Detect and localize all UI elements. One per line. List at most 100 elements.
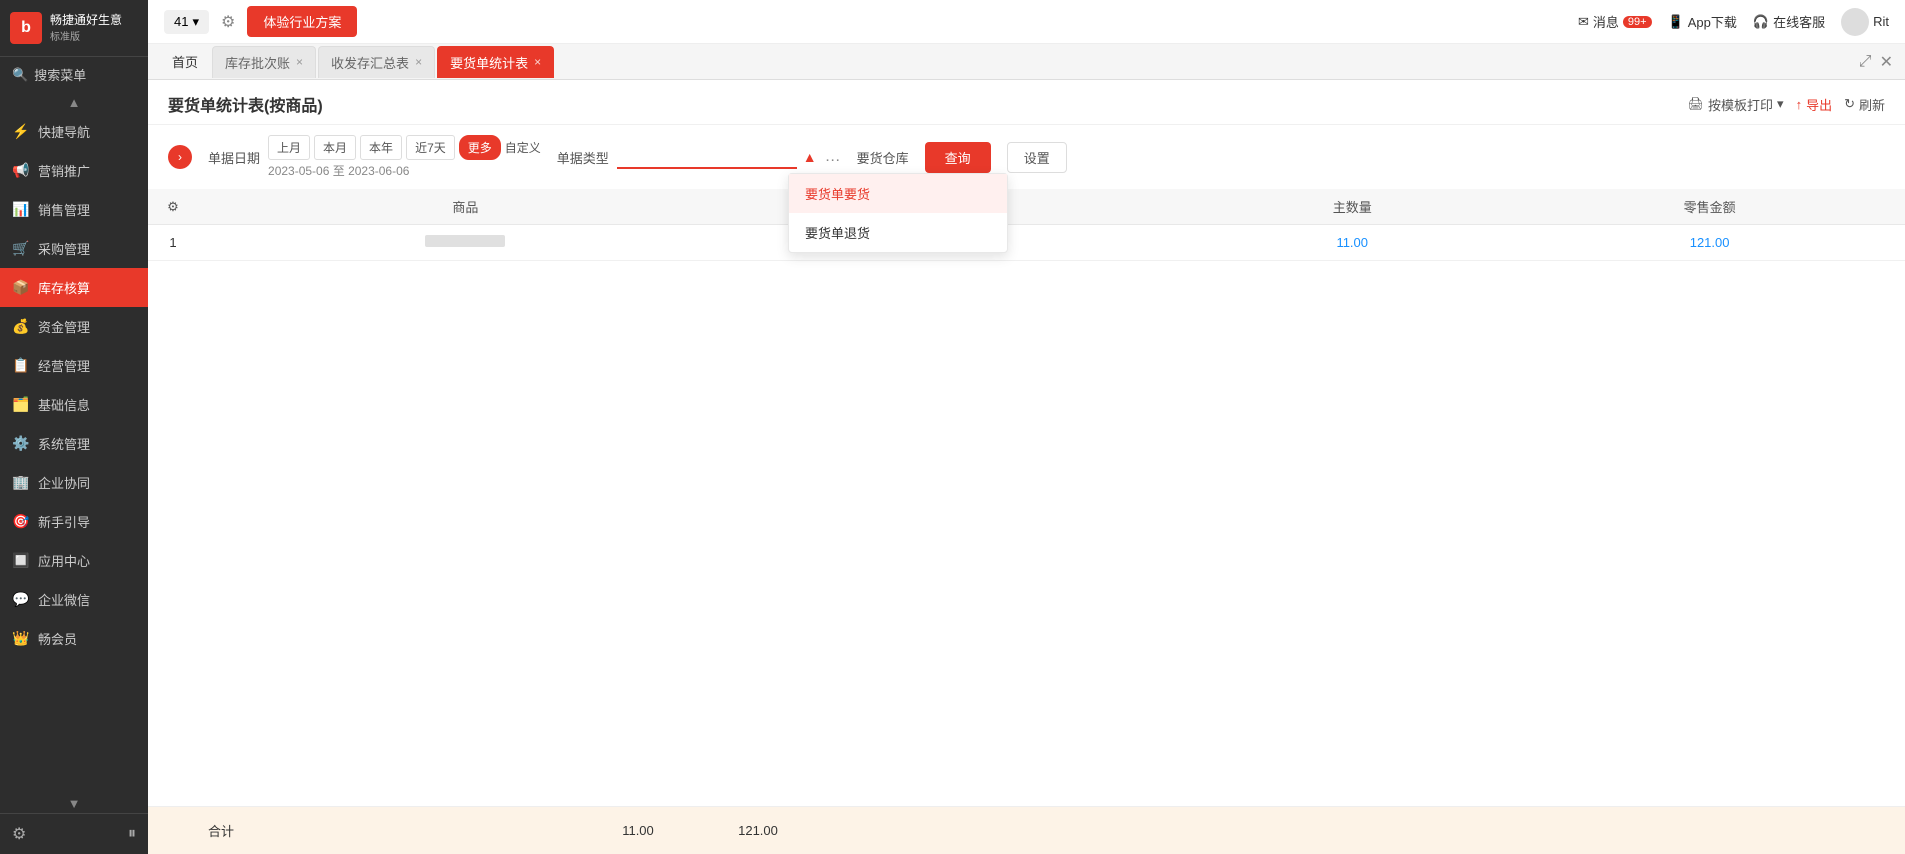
table-row: 1 块 11.00 121.00 [148,225,1905,261]
company-selector[interactable]: 41 ▾ [164,10,209,34]
table-wrap: ⚙ 商品 主计量单位 主数量 零售金额 1 块 [148,189,1905,806]
quick-nav-icon: ⚡ [12,123,30,140]
type-dropdown-arrow[interactable]: ▲ [803,149,817,165]
quick-btn-7days[interactable]: 近7天 [406,135,455,160]
online-service-item[interactable]: 🎧 在线客服 [1753,12,1825,31]
sidebar-item-purchase[interactable]: 🛒 采购管理 [0,229,148,268]
tab-batch-inventory[interactable]: 库存批次账 × [212,46,316,78]
type-filter-group: 单据类型 ▲ … [557,146,841,169]
col-quantity: 主数量 [1190,189,1514,225]
export-icon: ↑ [1796,97,1803,112]
footer-quantity: 11.00 [578,817,698,844]
user-avatar [1841,8,1869,36]
header-settings-icon[interactable]: ⚙ [221,12,235,32]
appstore-icon: 🔲 [12,552,30,569]
service-icon: 🎧 [1753,14,1769,30]
sidebar-search[interactable]: 🔍 搜索菜单 [0,57,148,92]
page-title: 要货单统计表(按商品) [168,92,323,116]
type-dropdown: 要货单要货 要货单退货 [788,173,1008,253]
operations-icon: 📋 [12,357,30,374]
type-select-input[interactable] [617,146,797,169]
sidebar-item-newbie[interactable]: 🎯 新手引导 [0,502,148,541]
sidebar-collapse-icon[interactable]: ⏸ [128,825,136,843]
table-header-row: ⚙ 商品 主计量单位 主数量 零售金额 [148,189,1905,225]
type-select-wrap: ▲ [617,146,817,169]
custom-date-btn[interactable]: 自定义 [505,139,541,156]
page-content: 要货单统计表(按商品) 🖨 按模板打印 ▾ ↑ 导出 ↻ 刷新 › [148,80,1905,854]
filter-bar: › 单据日期 上月 本月 本年 近7天 更多 自定义 2023-05-06 至 … [148,125,1905,189]
dropdown-item-return[interactable]: 要货单退货 [789,213,1007,252]
tab-close-batch-inventory[interactable]: × [296,55,303,69]
date-filter-wrap: 上月 本月 本年 近7天 更多 自定义 2023-05-06 至 2023-06… [268,135,541,179]
cell-quantity[interactable]: 11.00 [1190,225,1514,261]
cell-seq: 1 [148,225,198,261]
top-header: 41 ▾ ⚙ 体验行业方案 ✉ 消息 99+ 📱 App下载 🎧 在线客服 R [148,0,1905,44]
tabs-bar-right: ⤢ ✕ [1859,52,1893,72]
user-profile[interactable]: Rit [1841,8,1889,36]
sidebar-item-operations[interactable]: 📋 经营管理 [0,346,148,385]
date-range-display: 2023-05-06 至 2023-06-06 [268,162,541,179]
sidebar-settings-icon[interactable]: ⚙ [12,824,26,844]
selector-arrow-icon: ▾ [192,14,199,30]
scroll-up-arrow[interactable]: ▲ [0,92,148,112]
table-footer: 合计 11.00 121.00 [148,806,1905,854]
filter-more-dots[interactable]: … [825,148,841,166]
messages-item[interactable]: ✉ 消息 99+ [1578,12,1652,31]
sidebar-item-quick-nav[interactable]: ⚡ 快捷导航 [0,112,148,151]
app-icon: 📱 [1668,14,1684,30]
sidebar-item-wechat[interactable]: 💬 企业微信 [0,580,148,619]
tab-home[interactable]: 首页 [160,46,210,78]
cell-product [198,225,733,261]
print-template-btn[interactable]: 🖨 按模板打印 ▾ [1688,95,1784,114]
date-quick-btns: 上月 本月 本年 近7天 更多 自定义 [268,135,541,160]
col-settings-icon[interactable]: ⚙ [167,199,179,214]
sidebar-item-system[interactable]: ⚙️ 系统管理 [0,424,148,463]
sidebar-item-sales[interactable]: 📊 销售管理 [0,190,148,229]
col-settings: ⚙ [148,189,198,225]
tabs-close-all-icon[interactable]: ✕ [1880,52,1893,72]
dropdown-item-demand[interactable]: 要货单要货 [789,174,1007,213]
col-amount: 零售金额 [1514,189,1905,225]
cell-amount[interactable]: 121.00 [1514,225,1905,261]
warehouse-filter-group: 要货仓库 [857,148,909,167]
messages-icon: ✉ [1578,14,1589,30]
sidebar: b 畅捷通好生意 标准版 🔍 搜索菜单 ▲ ⚡ 快捷导航 📢 营销推广 📊 销售… [0,0,148,854]
enterprise-icon: 🏢 [12,474,30,491]
page-header: 要货单统计表(按商品) 🖨 按模板打印 ▾ ↑ 导出 ↻ 刷新 [148,80,1905,125]
sidebar-item-appstore[interactable]: 🔲 应用中心 [0,541,148,580]
quick-btn-more[interactable]: 更多 [459,135,501,160]
trial-button[interactable]: 体验行业方案 [247,6,357,37]
tab-close-order-stats[interactable]: × [534,55,541,69]
app-download-item[interactable]: 📱 App下载 [1668,12,1737,31]
quick-btn-this-year[interactable]: 本年 [360,135,402,160]
footer-amount: 121.00 [698,817,818,844]
page-header-actions: 🖨 按模板打印 ▾ ↑ 导出 ↻ 刷新 [1688,95,1886,114]
scroll-down-arrow[interactable]: ▼ [0,793,148,813]
quick-btn-this-month[interactable]: 本月 [314,135,356,160]
sidebar-item-vip[interactable]: 👑 畅会员 [0,619,148,658]
tab-close-receive-summary[interactable]: × [415,55,422,69]
filter-expand-btn[interactable]: › [168,145,192,169]
header-left: 41 ▾ ⚙ 体验行业方案 [164,6,357,37]
sidebar-item-marketing[interactable]: 📢 营销推广 [0,151,148,190]
tabs-expand-icon[interactable]: ⤢ [1859,53,1872,71]
sidebar-item-enterprise[interactable]: 🏢 企业协同 [0,463,148,502]
refresh-icon: ↻ [1844,96,1855,112]
newbie-icon: 🎯 [12,513,30,530]
quick-btn-last-month[interactable]: 上月 [268,135,310,160]
query-button[interactable]: 查询 [925,142,991,173]
sidebar-logo: b 畅捷通好生意 标准版 [0,0,148,57]
refresh-btn[interactable]: ↻ 刷新 [1844,95,1885,114]
tab-receive-summary[interactable]: 收发存汇总表 × [318,46,435,78]
sidebar-item-finance[interactable]: 💰 资金管理 [0,307,148,346]
export-btn[interactable]: ↑ 导出 [1796,95,1833,114]
print-icon: 🖨 [1688,96,1705,112]
settings-button[interactable]: 设置 [1007,142,1067,173]
inventory-icon: 📦 [12,279,30,296]
tab-order-stats[interactable]: 要货单统计表 × [437,46,554,78]
footer-label: 合计 [148,815,578,846]
data-table: ⚙ 商品 主计量单位 主数量 零售金额 1 块 [148,189,1905,261]
wechat-icon: 💬 [12,591,30,608]
sidebar-item-inventory[interactable]: 📦 库存核算 [0,268,148,307]
sidebar-item-basics[interactable]: 🗂️ 基础信息 [0,385,148,424]
